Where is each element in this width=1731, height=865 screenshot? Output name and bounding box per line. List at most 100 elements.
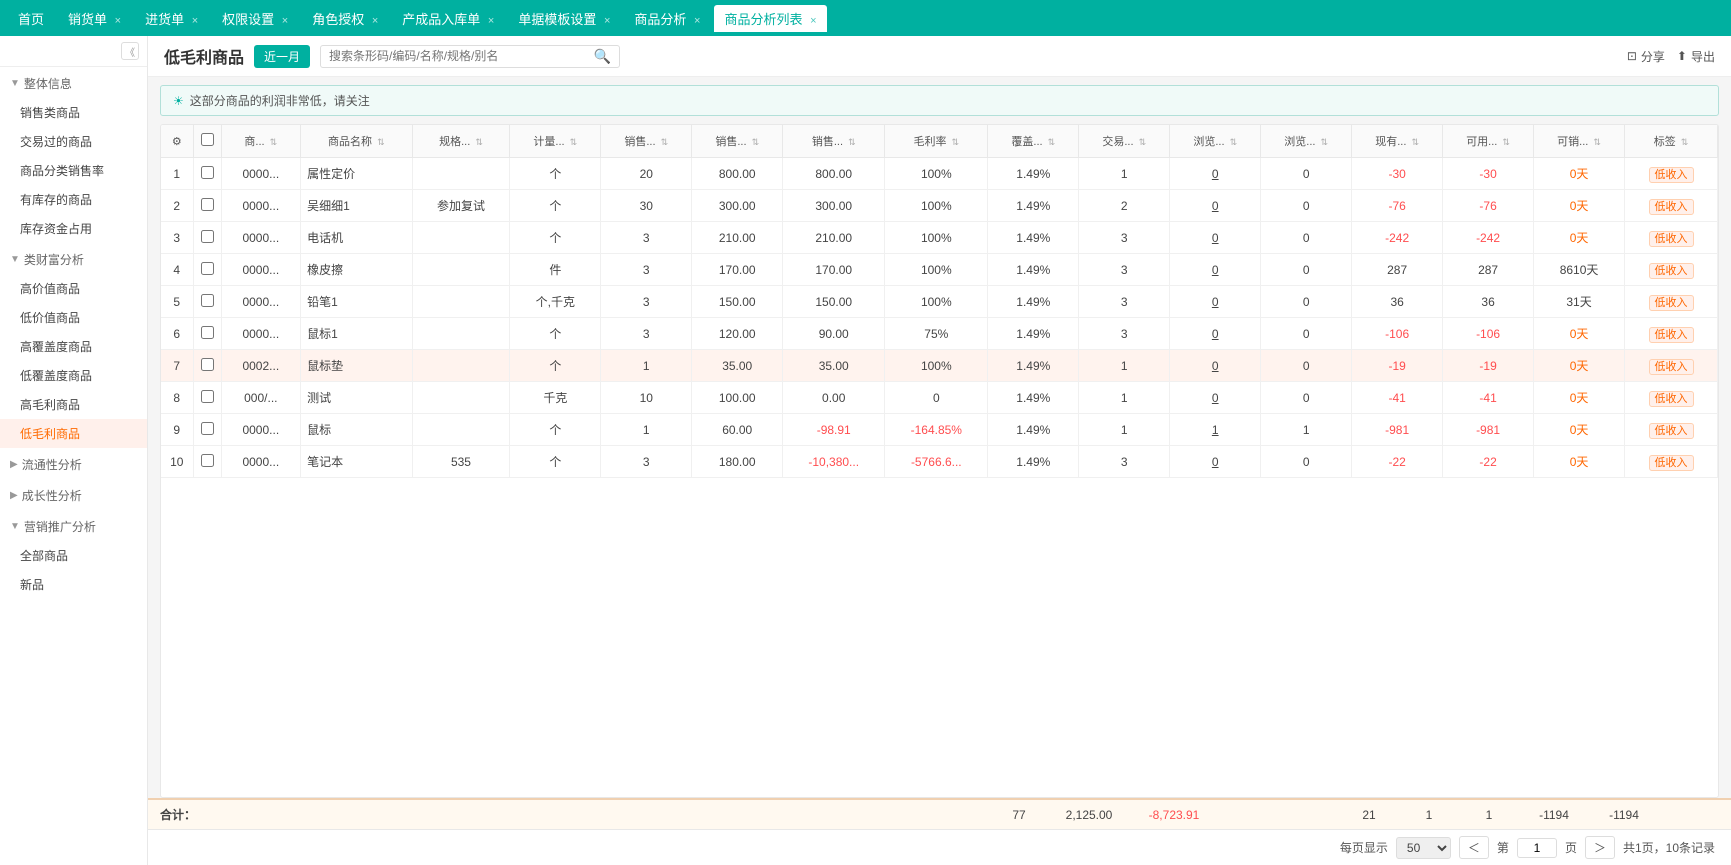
- sidebar-item-all-products[interactable]: 全部商品: [0, 541, 147, 570]
- sort-coverage-icon[interactable]: ⇅: [1048, 137, 1056, 147]
- sort-browse1-icon[interactable]: ⇅: [1230, 137, 1238, 147]
- row-checkbox[interactable]: [201, 390, 214, 403]
- td-browse1[interactable]: 0: [1170, 446, 1261, 478]
- nav-item-products[interactable]: 产成品入库单 ×: [392, 5, 504, 32]
- sort-trade-icon[interactable]: ⇅: [1139, 137, 1147, 147]
- td-browse1[interactable]: 0: [1170, 382, 1261, 414]
- td-checkbox[interactable]: [193, 382, 221, 414]
- next-page-btn[interactable]: ＞: [1585, 836, 1615, 859]
- close-analysis-icon[interactable]: ×: [694, 15, 700, 27]
- row-checkbox[interactable]: [201, 198, 214, 211]
- nav-item-roles[interactable]: 角色授权 ×: [302, 5, 388, 32]
- row-checkbox[interactable]: [201, 230, 214, 243]
- sidebar-item-high-value[interactable]: 高价值商品: [0, 274, 147, 303]
- sidebar-item-traded-products[interactable]: 交易过的商品: [0, 127, 147, 156]
- nav-item-sales[interactable]: 销货单 ×: [58, 5, 131, 32]
- sort-sales-amt-icon[interactable]: ⇅: [752, 137, 760, 147]
- nav-item-permissions[interactable]: 权限设置 ×: [212, 5, 298, 32]
- search-input[interactable]: [329, 49, 594, 63]
- td-browse1[interactable]: 1: [1170, 414, 1261, 446]
- select-all-checkbox[interactable]: [201, 133, 214, 146]
- td-name[interactable]: 吴细细1: [301, 190, 413, 222]
- sidebar-item-low-value[interactable]: 低价值商品: [0, 303, 147, 332]
- search-icon[interactable]: 🔍: [594, 48, 611, 65]
- th-settings[interactable]: ⚙: [161, 125, 193, 158]
- td-checkbox[interactable]: [193, 286, 221, 318]
- sidebar-group-circulation[interactable]: ▶ 流通性分析: [0, 448, 147, 479]
- td-checkbox[interactable]: [193, 318, 221, 350]
- td-name[interactable]: 鼠标: [301, 414, 413, 446]
- sort-name-icon[interactable]: ⇅: [377, 137, 385, 147]
- sidebar-item-high-margin[interactable]: 高毛利商品: [0, 390, 147, 419]
- sidebar-item-stock-products[interactable]: 有库存的商品: [0, 185, 147, 214]
- td-checkbox[interactable]: [193, 222, 221, 254]
- sort-available-icon[interactable]: ⇅: [1502, 137, 1510, 147]
- td-browse1[interactable]: 0: [1170, 254, 1261, 286]
- td-browse1[interactable]: 0: [1170, 350, 1261, 382]
- row-checkbox[interactable]: [201, 262, 214, 275]
- td-name[interactable]: 铅笔1: [301, 286, 413, 318]
- td-checkbox[interactable]: [193, 350, 221, 382]
- close-products-icon[interactable]: ×: [488, 15, 494, 27]
- share-btn[interactable]: ⊡ 分享: [1627, 48, 1665, 65]
- td-name[interactable]: 测试: [301, 382, 413, 414]
- sidebar-group-growth[interactable]: ▶ 成长性分析: [0, 479, 147, 510]
- sidebar-group-marketing[interactable]: ▼ 营销推广分析: [0, 510, 147, 541]
- sidebar-item-new-products[interactable]: 新品: [0, 570, 147, 599]
- td-name[interactable]: 鼠标垫: [301, 350, 413, 382]
- sidebar-item-high-coverage[interactable]: 高覆盖度商品: [0, 332, 147, 361]
- sidebar-item-sales-products[interactable]: 销售类商品: [0, 98, 147, 127]
- sort-code-icon[interactable]: ⇅: [270, 137, 278, 147]
- close-roles-icon[interactable]: ×: [372, 15, 378, 27]
- row-checkbox[interactable]: [201, 422, 214, 435]
- nav-item-analysis-list[interactable]: 商品分析列表 ×: [714, 5, 826, 32]
- close-analysis-list-icon[interactable]: ×: [810, 15, 816, 27]
- sort-sales-profit-icon[interactable]: ⇅: [848, 137, 856, 147]
- close-permissions-icon[interactable]: ×: [282, 15, 288, 27]
- row-checkbox[interactable]: [201, 454, 214, 467]
- page-number-input[interactable]: [1517, 838, 1557, 858]
- sidebar-item-low-margin[interactable]: 低毛利商品: [0, 419, 147, 448]
- row-checkbox[interactable]: [201, 358, 214, 371]
- td-checkbox[interactable]: [193, 254, 221, 286]
- nav-item-purchase[interactable]: 进货单 ×: [135, 5, 208, 32]
- sort-sales-qty-icon[interactable]: ⇅: [661, 137, 669, 147]
- td-name[interactable]: 笔记本: [301, 446, 413, 478]
- close-sales-icon[interactable]: ×: [115, 15, 121, 27]
- sidebar-group-wealth[interactable]: ▼ 类财富分析: [0, 243, 147, 274]
- page-size-select[interactable]: 50 100 200: [1396, 837, 1451, 859]
- sort-browse2-icon[interactable]: ⇅: [1321, 137, 1329, 147]
- nav-item-templates[interactable]: 单据模板设置 ×: [508, 5, 620, 32]
- date-filter-btn[interactable]: 近一月: [254, 45, 310, 68]
- sort-tag-icon[interactable]: ⇅: [1681, 137, 1689, 147]
- td-browse1[interactable]: 0: [1170, 190, 1261, 222]
- th-checkbox[interactable]: [193, 125, 221, 158]
- row-checkbox[interactable]: [201, 326, 214, 339]
- td-browse1[interactable]: 0: [1170, 318, 1261, 350]
- sidebar-item-low-coverage[interactable]: 低覆盖度商品: [0, 361, 147, 390]
- td-browse1[interactable]: 0: [1170, 286, 1261, 318]
- prev-page-btn[interactable]: ＜: [1459, 836, 1489, 859]
- sidebar-item-category-sales-rate[interactable]: 商品分类销售率: [0, 156, 147, 185]
- sort-current-stock-icon[interactable]: ⇅: [1411, 137, 1419, 147]
- nav-item-analysis[interactable]: 商品分析 ×: [624, 5, 710, 32]
- td-checkbox[interactable]: [193, 158, 221, 190]
- td-checkbox[interactable]: [193, 414, 221, 446]
- sidebar-item-stock-fund[interactable]: 库存资金占用: [0, 214, 147, 243]
- close-templates-icon[interactable]: ×: [604, 15, 610, 27]
- nav-item-home[interactable]: 首页: [8, 5, 54, 32]
- export-btn[interactable]: ⬆ 导出: [1677, 48, 1715, 65]
- td-checkbox[interactable]: [193, 446, 221, 478]
- row-checkbox[interactable]: [201, 166, 214, 179]
- sort-margin-icon[interactable]: ⇅: [952, 137, 960, 147]
- close-purchase-icon[interactable]: ×: [192, 15, 198, 27]
- sidebar-collapse-btn[interactable]: 《: [121, 42, 139, 60]
- td-name[interactable]: 属性定价: [301, 158, 413, 190]
- td-checkbox[interactable]: [193, 190, 221, 222]
- td-name[interactable]: 鼠标1: [301, 318, 413, 350]
- td-name[interactable]: 电话机: [301, 222, 413, 254]
- td-browse1[interactable]: 0: [1170, 222, 1261, 254]
- sort-spec-icon[interactable]: ⇅: [475, 137, 483, 147]
- row-checkbox[interactable]: [201, 294, 214, 307]
- sort-saleable-icon[interactable]: ⇅: [1593, 137, 1601, 147]
